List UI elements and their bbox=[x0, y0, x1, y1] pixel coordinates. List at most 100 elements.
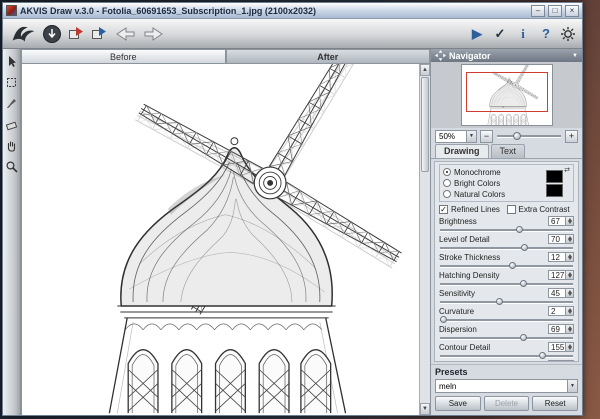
slider-thumb[interactable] bbox=[520, 280, 527, 287]
navigator-preview[interactable] bbox=[431, 62, 582, 128]
checkbox-icon[interactable] bbox=[507, 205, 516, 214]
param-slider[interactable] bbox=[439, 226, 574, 233]
param-label: Contour Brightness bbox=[439, 361, 548, 363]
param-value[interactable]: 45 bbox=[548, 288, 574, 298]
slider-thumb[interactable] bbox=[539, 352, 546, 359]
param-slider[interactable] bbox=[439, 316, 574, 323]
slider-thumb[interactable] bbox=[521, 244, 528, 251]
param-slider[interactable] bbox=[439, 262, 574, 269]
param-value[interactable]: 155 bbox=[548, 342, 574, 352]
vertical-scrollbar[interactable]: ▲ ▼ bbox=[419, 64, 430, 415]
zoom-slider[interactable] bbox=[496, 130, 562, 143]
help-button[interactable]: ? bbox=[537, 22, 555, 46]
title-bar[interactable]: AKVIS Draw v.3.0 - Fotolia_60691653_Subs… bbox=[3, 3, 582, 19]
preset-dropdown-icon[interactable]: ▼ bbox=[567, 380, 577, 392]
param-slider[interactable] bbox=[439, 244, 574, 251]
spinner-icon[interactable] bbox=[565, 325, 573, 333]
app-window: AKVIS Draw v.3.0 - Fotolia_60691653_Subs… bbox=[2, 2, 583, 416]
scroll-thumb[interactable] bbox=[421, 77, 429, 172]
hand-tool[interactable] bbox=[4, 138, 19, 153]
slider-thumb[interactable] bbox=[509, 262, 516, 269]
navigator-thumbnail[interactable] bbox=[461, 64, 553, 126]
crop-tool[interactable] bbox=[4, 75, 19, 90]
checkbox-icon[interactable]: ✓ bbox=[439, 205, 448, 214]
spinner-icon[interactable] bbox=[565, 217, 573, 225]
zoom-out-button[interactable]: − bbox=[480, 130, 493, 143]
nav-zoom-thumb[interactable] bbox=[513, 132, 521, 140]
color-mode-bright-colors[interactable]: Bright Colors bbox=[443, 178, 546, 188]
pointer-tool[interactable] bbox=[4, 54, 19, 69]
spinner-icon[interactable] bbox=[565, 307, 573, 315]
image-canvas[interactable] bbox=[22, 64, 419, 415]
param-value-text: 12 bbox=[551, 253, 560, 262]
color-swatch-1[interactable] bbox=[546, 170, 563, 183]
spinner-icon[interactable] bbox=[565, 235, 573, 243]
navigator-view-frame[interactable] bbox=[466, 72, 548, 112]
param-value[interactable]: 70 bbox=[548, 234, 574, 244]
run-button[interactable]: ▶ bbox=[468, 22, 486, 46]
eraser-tool[interactable] bbox=[4, 117, 19, 132]
slider-thumb[interactable] bbox=[496, 298, 503, 305]
undo-arrow-icon[interactable] bbox=[113, 22, 137, 46]
slider-thumb[interactable] bbox=[440, 316, 447, 323]
param-value-text: 67 bbox=[551, 217, 560, 226]
slider-thumb[interactable] bbox=[516, 226, 523, 233]
checkbox-refined-lines[interactable]: ✓Refined Lines bbox=[439, 205, 507, 214]
color-swatch-2[interactable] bbox=[546, 184, 563, 197]
param-value[interactable]: 63 bbox=[548, 360, 574, 362]
tab-before[interactable]: Before bbox=[21, 49, 226, 64]
spinner-icon[interactable] bbox=[565, 271, 573, 279]
open-image-button[interactable] bbox=[42, 22, 62, 46]
presets-section: Presets meln ▼ Save Delete Reset bbox=[431, 364, 582, 415]
reset-button[interactable]: Reset bbox=[532, 396, 578, 411]
publish-button[interactable] bbox=[90, 22, 108, 46]
param-value[interactable]: 12 bbox=[548, 252, 574, 262]
scroll-down-icon[interactable]: ▼ bbox=[420, 403, 430, 415]
preset-select[interactable]: meln ▼ bbox=[435, 379, 578, 393]
param-value[interactable]: 2 bbox=[548, 306, 574, 316]
scroll-up-icon[interactable]: ▲ bbox=[420, 64, 430, 76]
preferences-gear-icon[interactable] bbox=[560, 22, 576, 46]
zoom-dropdown-icon[interactable]: ▼ bbox=[466, 131, 476, 142]
preset-buttons: Save Delete Reset bbox=[435, 396, 578, 411]
param-slider[interactable] bbox=[439, 298, 574, 305]
redo-arrow-icon[interactable] bbox=[142, 22, 166, 46]
minimize-button[interactable]: – bbox=[531, 5, 545, 17]
scroll-track[interactable] bbox=[420, 173, 430, 403]
spinner-icon[interactable] bbox=[565, 343, 573, 351]
spinner-icon[interactable] bbox=[565, 253, 573, 261]
tab-text[interactable]: Text bbox=[491, 144, 526, 158]
spinner-icon[interactable] bbox=[565, 361, 573, 362]
swap-colors-icon[interactable]: ⇄ bbox=[564, 166, 570, 174]
checkbox-extra-contrast[interactable]: Extra Contrast bbox=[507, 205, 575, 214]
param-slider[interactable] bbox=[439, 334, 574, 341]
zoom-tool[interactable] bbox=[4, 159, 19, 174]
close-button[interactable]: × bbox=[565, 5, 579, 17]
tab-drawing[interactable]: Drawing bbox=[435, 144, 489, 158]
tab-after[interactable]: After bbox=[226, 49, 431, 64]
brush-tool[interactable] bbox=[4, 96, 19, 111]
navigator-menu-icon[interactable]: ▼ bbox=[572, 53, 578, 59]
slider-thumb[interactable] bbox=[520, 334, 527, 341]
param-value[interactable]: 69 bbox=[548, 324, 574, 334]
radio-icon[interactable] bbox=[443, 168, 451, 176]
param-value[interactable]: 67 bbox=[548, 216, 574, 226]
share-button[interactable] bbox=[67, 22, 85, 46]
delete-button[interactable]: Delete bbox=[484, 396, 530, 411]
zoom-in-button[interactable]: + bbox=[565, 130, 578, 143]
window-title: AKVIS Draw v.3.0 - Fotolia_60691653_Subs… bbox=[20, 6, 528, 16]
param-value[interactable]: 127 bbox=[548, 270, 574, 280]
save-button[interactable]: Save bbox=[435, 396, 481, 411]
spinner-icon[interactable] bbox=[565, 289, 573, 297]
apply-button[interactable]: ✓ bbox=[491, 22, 509, 46]
info-button[interactable]: i bbox=[514, 22, 532, 46]
radio-icon[interactable] bbox=[443, 190, 451, 198]
zoom-select[interactable]: 50% ▼ bbox=[435, 130, 477, 143]
color-mode-monochrome[interactable]: Monochrome bbox=[443, 167, 546, 177]
param-value-text: 70 bbox=[551, 235, 560, 244]
color-mode-natural-colors[interactable]: Natural Colors bbox=[443, 189, 546, 199]
maximize-button[interactable]: □ bbox=[548, 5, 562, 17]
param-slider[interactable] bbox=[439, 280, 574, 287]
param-slider[interactable] bbox=[439, 352, 574, 359]
radio-icon[interactable] bbox=[443, 179, 451, 187]
